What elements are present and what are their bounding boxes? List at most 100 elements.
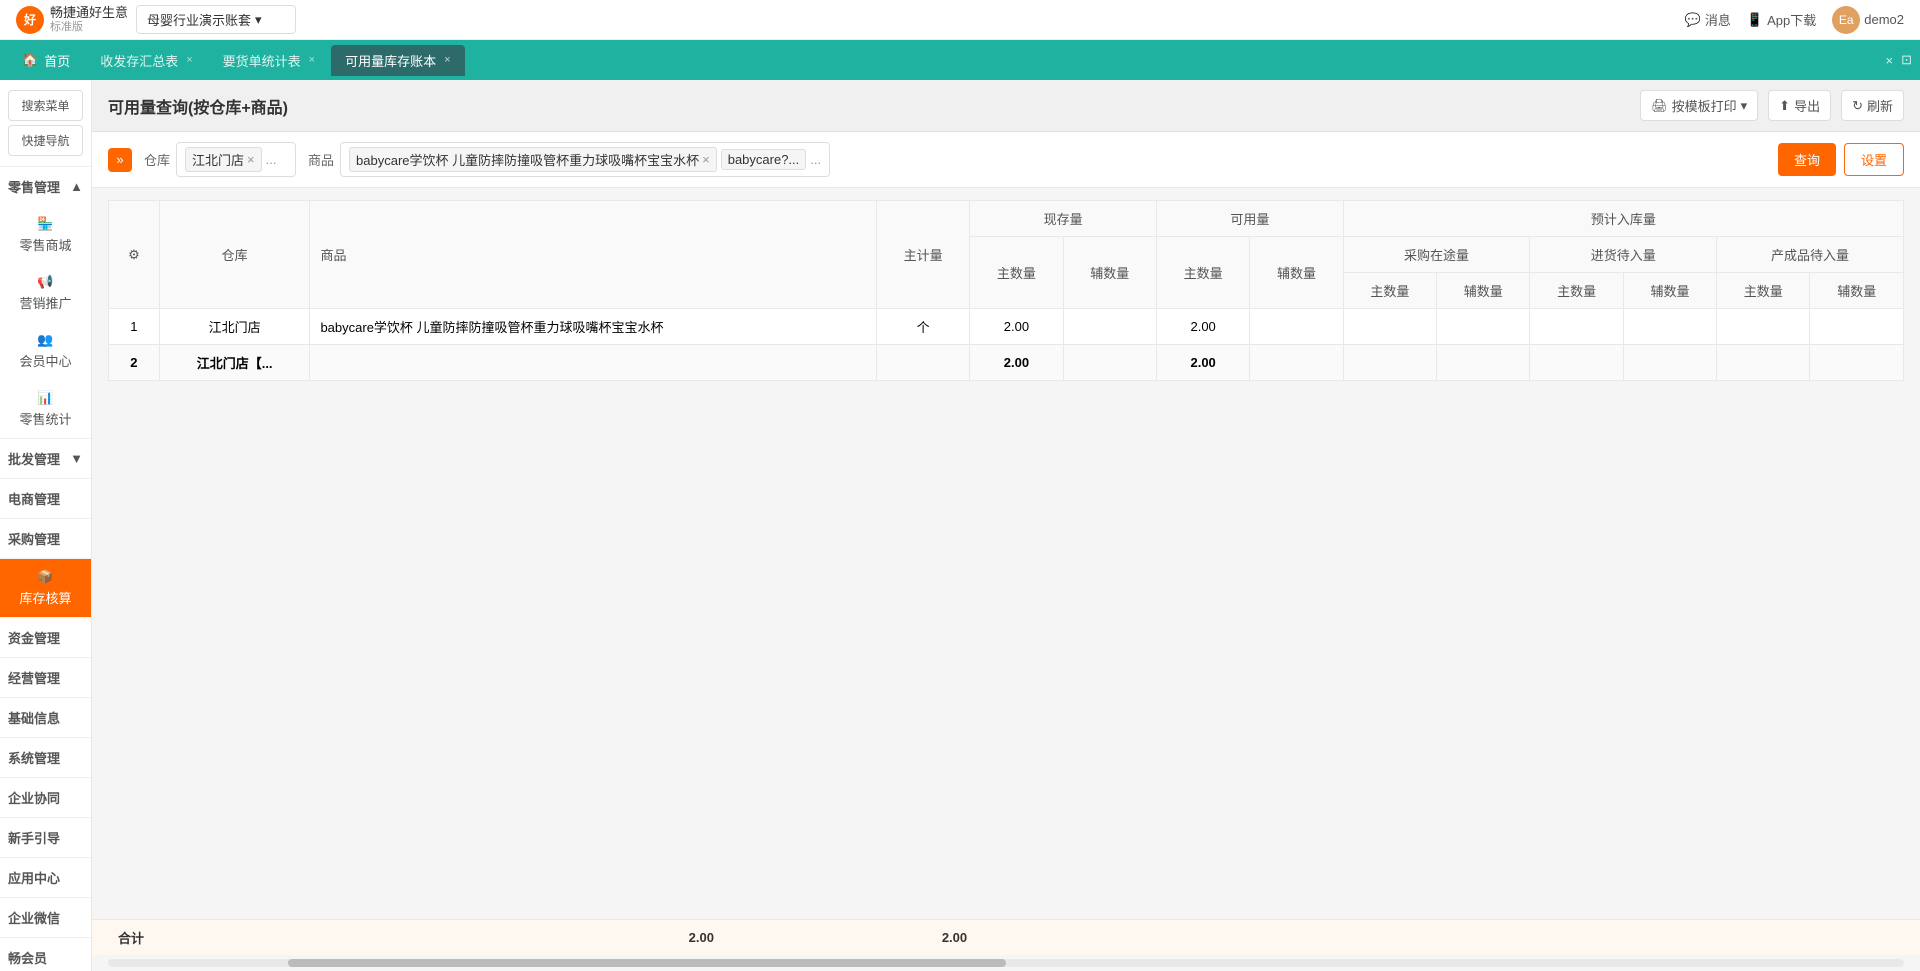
sidebar-item-ecommerce[interactable]: 电商管理 <box>0 479 91 518</box>
sidebar-item-wechat[interactable]: 企业微信 <box>0 898 91 937</box>
sidebar-group-guide: 新手引导 <box>0 818 91 858</box>
row-current-aux <box>1063 309 1156 345</box>
row-unit: 个 <box>876 309 969 345</box>
sidebar: 搜索菜单 快捷导航 零售管理 ▲ 🏪 零售商城 📢 营销推广 👥 会员中心 📊 <box>0 80 92 971</box>
sidebar-item-inventory[interactable]: 📦 库存核算 <box>0 559 91 617</box>
message-button[interactable]: 💬 消息 <box>1685 10 1731 29</box>
user-area[interactable]: Ea demo2 <box>1832 6 1904 34</box>
filter-expand-button[interactable]: » <box>108 148 132 172</box>
page-title: 可用量查询(按仓库+商品) <box>108 94 288 118</box>
settings-button[interactable]: 设置 <box>1844 143 1904 176</box>
refresh-icon: ↻ <box>1852 98 1863 114</box>
home-icon: 🏠 <box>22 52 38 68</box>
tab-available-stock[interactable]: 可用量库存账本 × <box>331 45 464 76</box>
tab-order-stats[interactable]: 要货单统计表 × <box>209 45 329 76</box>
col-header-production-aux: 辅数量 <box>1810 273 1904 309</box>
col-header-available-aux: 辅数量 <box>1250 237 1343 309</box>
sidebar-item-retail-management[interactable]: 零售管理 ▲ <box>0 167 91 206</box>
col-header-current-stock: 现存量 <box>970 201 1157 237</box>
col-header-current-main: 主数量 <box>970 237 1063 309</box>
warehouse-more[interactable]: ... <box>266 152 277 167</box>
sidebar-item-system[interactable]: 系统管理 <box>0 738 91 777</box>
sidebar-group-app-center: 应用中心 <box>0 858 91 898</box>
remove-tag-icon[interactable]: × <box>247 152 255 167</box>
product-input[interactable]: babycare学饮杯 儿童防摔防撞吸管杯重力球吸嘴杯宝宝水杯 × babyca… <box>340 142 830 177</box>
group-row-no: 2 <box>109 345 160 381</box>
sidebar-item-members[interactable]: 👥 会员中心 <box>0 322 91 380</box>
sidebar-item-collab[interactable]: 企业协同 <box>0 778 91 817</box>
chevron-icon: ▼ <box>70 451 83 466</box>
table-settings-icon-cell[interactable]: ⚙ <box>109 201 160 309</box>
row-incoming-main <box>1530 309 1623 345</box>
quick-nav-button[interactable]: 快捷导航 <box>8 125 83 156</box>
top-bar-right: 💬 消息 📱 App下载 Ea demo2 <box>1685 6 1904 34</box>
window-buttons: × ⊡ <box>1886 52 1913 68</box>
col-header-production-main: 主数量 <box>1717 273 1810 309</box>
query-button[interactable]: 查询 <box>1778 143 1836 176</box>
col-header-production-pending: 产成品待入量 <box>1717 237 1904 273</box>
row-warehouse: 江北门店 <box>159 309 310 345</box>
sidebar-item-marketing[interactable]: 📢 营销推广 <box>0 264 91 322</box>
footer-current-main: 2.00 <box>638 930 765 945</box>
product-more[interactable]: ... <box>810 152 821 167</box>
col-header-purchase-transit: 采购在途量 <box>1343 237 1530 273</box>
sidebar-item-purchase[interactable]: 采购管理 <box>0 519 91 558</box>
logo-icon: 好 <box>16 6 44 34</box>
horizontal-scrollbar[interactable] <box>108 959 1904 967</box>
footer-label: 合计 <box>108 928 638 947</box>
company-selector[interactable]: 母婴行业演示账套 ▾ <box>136 5 296 34</box>
col-header-incoming-aux: 辅数量 <box>1623 273 1716 309</box>
sidebar-item-operations[interactable]: 经营管理 <box>0 658 91 697</box>
sidebar-item-retail-stats[interactable]: 📊 零售统计 <box>0 380 91 438</box>
col-header-incoming-main: 主数量 <box>1530 273 1623 309</box>
settings-icon: ⚙ <box>128 247 140 262</box>
product-filter: 商品 babycare学饮杯 儿童防摔防撞吸管杯重力球吸嘴杯宝宝水杯 × bab… <box>308 142 830 177</box>
sidebar-item-retail-mall[interactable]: 🏪 零售商城 <box>0 206 91 264</box>
app-download-button[interactable]: 📱 App下载 <box>1747 10 1816 29</box>
refresh-button[interactable]: ↻ 刷新 <box>1841 90 1904 121</box>
group-row-production-main <box>1717 345 1810 381</box>
sidebar-item-basic-info[interactable]: 基础信息 <box>0 698 91 737</box>
sidebar-item-wholesale-management[interactable]: 批发管理 ▼ <box>0 439 91 478</box>
group-row-available-main: 2.00 <box>1156 345 1249 381</box>
chevron-right-icon: » <box>116 152 123 167</box>
page-actions: 🖨 按模板打印 ▾ ⬆ 导出 ↻ 刷新 <box>1640 90 1904 121</box>
sidebar-item-app-center[interactable]: 应用中心 <box>0 858 91 897</box>
close-icon[interactable]: × <box>186 54 192 66</box>
data-table: ⚙ 仓库 商品 主计量 现存量 可用量 预计入库量 主数量 辅数量 主数量 辅数… <box>108 200 1904 381</box>
maximize-window-button[interactable]: ⊡ <box>1901 52 1912 68</box>
row-no: 1 <box>109 309 160 345</box>
remove-tag-icon[interactable]: × <box>702 152 710 167</box>
logo-text: 畅捷通好生意 标准版 <box>50 5 128 34</box>
group-row-purchase-aux <box>1437 345 1530 381</box>
warehouse-filter: 仓库 江北门店 × ... <box>144 142 296 177</box>
sidebar-group-collab: 企业协同 <box>0 778 91 818</box>
footer-available-main: 2.00 <box>891 930 1018 945</box>
top-bar: 好 畅捷通好生意 标准版 母婴行业演示账套 ▾ 💬 消息 📱 App下载 Ea … <box>0 0 1920 40</box>
close-icon[interactable]: × <box>444 54 450 66</box>
export-icon: ⬆ <box>1779 98 1790 114</box>
close-icon[interactable]: × <box>309 54 315 66</box>
export-button[interactable]: ⬆ 导出 <box>1768 90 1831 121</box>
tab-receive-summary[interactable]: 收发存汇总表 × <box>86 45 206 76</box>
group-row-incoming-main <box>1530 345 1623 381</box>
sidebar-group-inventory: 📦 库存核算 <box>0 559 91 618</box>
tab-home[interactable]: 🏠 首页 <box>8 45 84 76</box>
sidebar-item-finance[interactable]: 资金管理 <box>0 618 91 657</box>
scroll-thumb[interactable] <box>288 959 1006 967</box>
content-area: 可用量查询(按仓库+商品) 🖨 按模板打印 ▾ ⬆ 导出 ↻ 刷新 <box>92 80 1920 971</box>
sidebar-item-member[interactable]: 畅会员 <box>0 938 91 971</box>
sidebar-item-guide[interactable]: 新手引导 <box>0 818 91 857</box>
logo-area: 好 畅捷通好生意 标准版 <box>16 5 128 34</box>
table-group-row: 2 江北门店【... 2.00 2.00 <box>109 345 1904 381</box>
print-template-button[interactable]: 🖨 按模板打印 ▾ <box>1640 90 1758 121</box>
row-purchase-aux <box>1437 309 1530 345</box>
close-window-button[interactable]: × <box>1886 53 1894 68</box>
sidebar-group-purchase: 采购管理 <box>0 519 91 559</box>
warehouse-input[interactable]: 江北门店 × ... <box>176 142 296 177</box>
filter-actions: 查询 设置 <box>1778 143 1904 176</box>
message-icon: 💬 <box>1685 12 1701 28</box>
search-menu-button[interactable]: 搜索菜单 <box>8 90 83 121</box>
group-row-product <box>310 345 876 381</box>
nav-tabs: 🏠 首页 收发存汇总表 × 要货单统计表 × 可用量库存账本 × × ⊡ <box>0 40 1920 80</box>
